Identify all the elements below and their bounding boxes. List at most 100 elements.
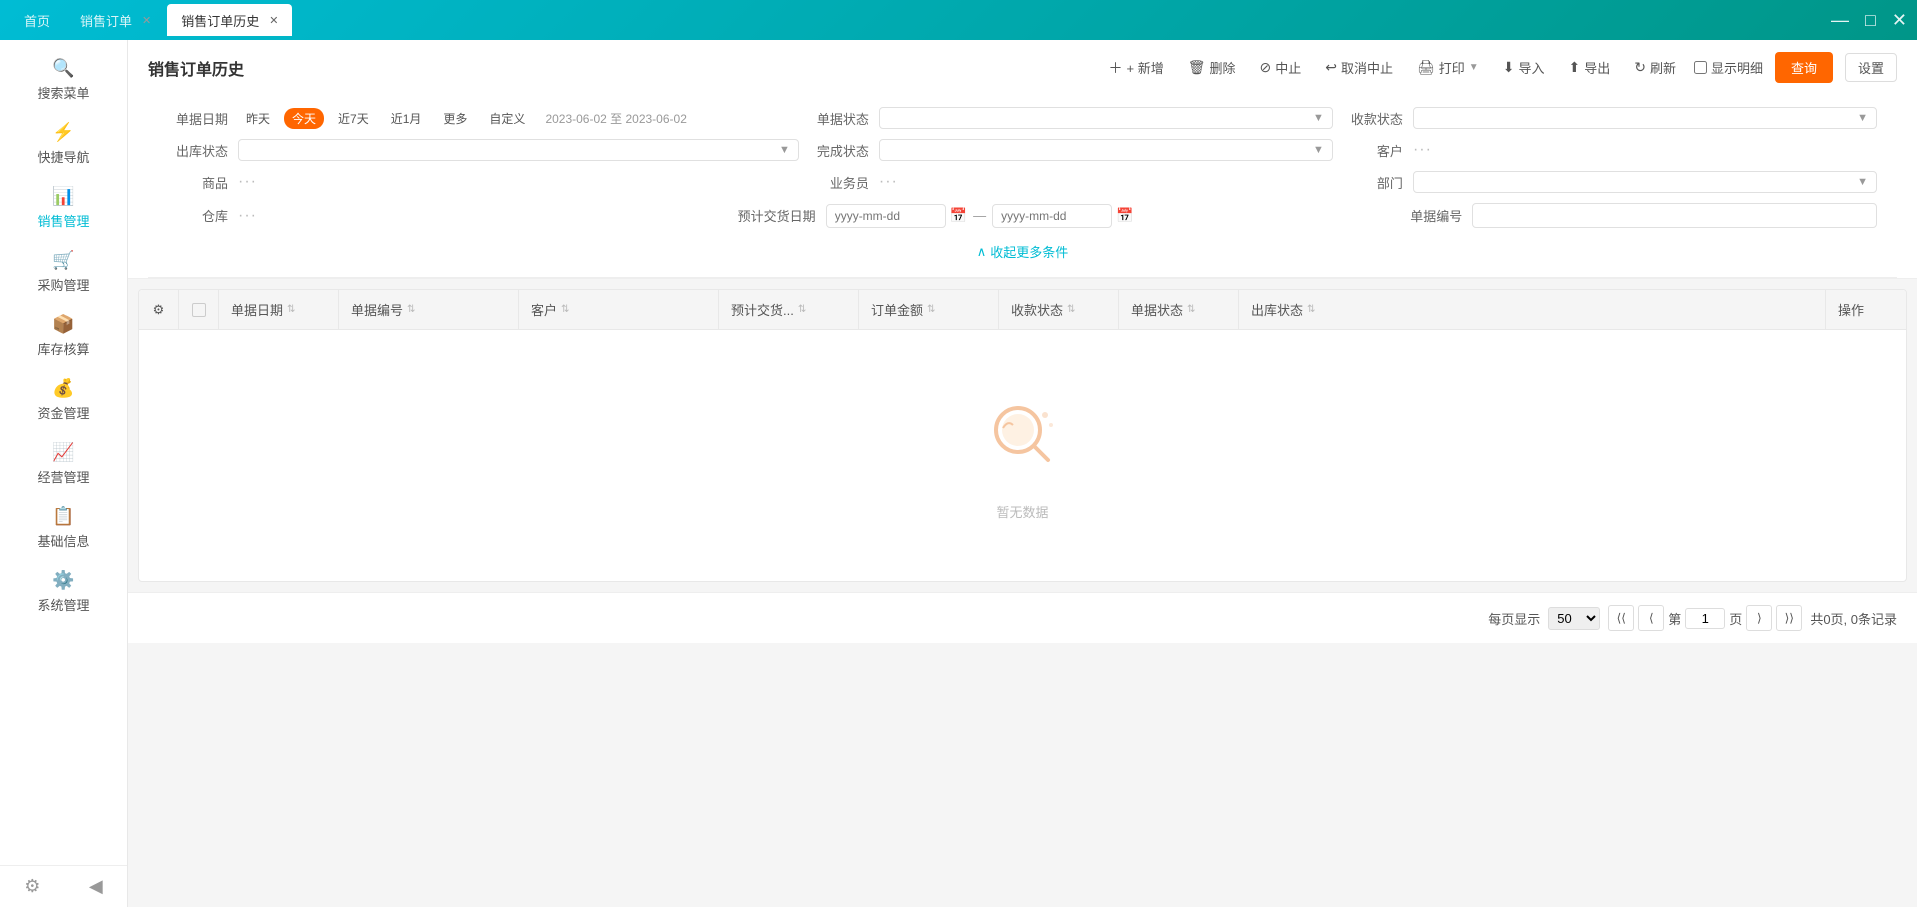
sidebar-item-search-menu[interactable]: 🔍 搜索菜单 — [0, 48, 127, 112]
tab-sales-order-label: 销售订单 — [80, 11, 132, 30]
settings-button[interactable]: 设置 — [1845, 53, 1897, 82]
export-button[interactable]: ⬆ 导出 — [1562, 54, 1616, 81]
first-page-button[interactable]: ⟨⟨ — [1608, 605, 1634, 631]
purchase-icon: 🛒 — [52, 250, 74, 271]
sidebar-item-ops-mgmt[interactable]: 📈 经营管理 — [0, 432, 127, 496]
th-date-label: 单据日期 — [231, 300, 283, 319]
order-status-arrow: ▼ — [1313, 112, 1324, 124]
department-select[interactable]: ▼ — [1413, 171, 1877, 193]
print-icon: 🖨 — [1417, 59, 1435, 76]
new-button[interactable]: ＋ + 新增 — [1102, 54, 1169, 82]
salesperson-dots[interactable]: ··· — [879, 173, 898, 191]
department-section: 部门 ▼ — [1343, 171, 1877, 193]
sidebar-item-finance-mgmt[interactable]: 💰 资金管理 — [0, 368, 127, 432]
minimize-icon[interactable]: — — [1831, 10, 1849, 31]
sidebar-item-ops-mgmt-label: 经营管理 — [37, 467, 89, 486]
delete-button[interactable]: 🗑 删除 — [1182, 54, 1242, 81]
refresh-button[interactable]: ↻ 刷新 — [1628, 54, 1682, 81]
next-page-button[interactable]: ⟩ — [1746, 605, 1772, 631]
delivery-date-to[interactable] — [992, 204, 1112, 228]
sort-date-icon[interactable]: ⇅ — [287, 304, 295, 315]
collapse-sidebar-icon[interactable]: ◀ — [89, 876, 103, 897]
sort-status-icon[interactable]: ⇅ — [1187, 304, 1195, 315]
complete-status-select[interactable]: ▼ — [879, 139, 1333, 161]
export-icon: ⬆ — [1568, 59, 1580, 76]
customer-dots[interactable]: ··· — [1413, 141, 1432, 159]
sort-customer-icon[interactable]: ⇅ — [561, 304, 569, 315]
display-checkbox[interactable] — [1694, 61, 1707, 74]
delivery-date-from[interactable] — [826, 204, 946, 228]
per-page-select[interactable]: 50 20 100 — [1548, 607, 1600, 630]
shortcut-1month[interactable]: 近1月 — [383, 108, 430, 129]
shortcut-today[interactable]: 今天 — [284, 108, 324, 129]
tab-home[interactable]: 首页 — [10, 4, 64, 36]
order-status-select[interactable]: ▼ — [879, 107, 1333, 129]
cancel-stop-button[interactable]: ↩ 取消中止 — [1319, 54, 1399, 81]
main-layout: 🔍 搜索菜单 ⚡ 快捷导航 📊 销售管理 🛒 采购管理 📦 库存核算 💰 资金管… — [0, 40, 1917, 907]
sidebar-item-sys-mgmt[interactable]: ⚙️ 系统管理 — [0, 560, 127, 624]
tab-sales-order-history[interactable]: 销售订单历史 ✕ — [167, 4, 292, 36]
calendar-to-icon[interactable]: 📅 — [1116, 207, 1133, 224]
shortcut-custom[interactable]: 自定义 — [481, 108, 533, 129]
export-label: 导出 — [1584, 58, 1610, 77]
page-label: 页 — [1729, 609, 1742, 628]
sidebar-item-basic-info[interactable]: 📋 基础信息 — [0, 496, 127, 560]
sort-order-icon[interactable]: ⇅ — [407, 304, 415, 315]
th-amount-label: 订单金额 — [871, 300, 923, 319]
page-title: 销售订单历史 — [148, 56, 244, 80]
th-settings[interactable]: ⚙ — [139, 290, 179, 329]
shortcut-7days[interactable]: 近7天 — [330, 108, 377, 129]
close-icon[interactable]: ✕ — [1892, 10, 1907, 31]
th-checkbox[interactable] — [179, 290, 219, 329]
import-button[interactable]: ⬇ 导入 — [1497, 54, 1551, 81]
date-filter-section: 单据日期 昨天 今天 近7天 近1月 更多 自定义 2023-06-02 至 2… — [168, 108, 809, 129]
th-customer: 客户 ⇅ — [519, 290, 719, 329]
maximize-icon[interactable]: □ — [1865, 10, 1876, 31]
sidebar-item-sales-mgmt[interactable]: 📊 销售管理 — [0, 176, 127, 240]
warehouse-dots[interactable]: ··· — [238, 207, 257, 225]
sort-payment-icon[interactable]: ⇅ — [1067, 304, 1075, 315]
sort-delivery-icon[interactable]: ⇅ — [798, 304, 806, 315]
stop-button[interactable]: ⊘ 中止 — [1254, 54, 1308, 81]
calendar-from-icon[interactable]: 📅 — [950, 207, 967, 224]
header-checkbox[interactable] — [192, 303, 206, 317]
import-icon: ⬇ — [1503, 59, 1515, 76]
settings-bottom-icon[interactable]: ⚙ — [24, 876, 40, 897]
delivery-date-section: 预计交货日期 📅 — 📅 — [738, 204, 1403, 228]
payment-status-select[interactable]: ▼ — [1413, 107, 1877, 129]
shortcut-more[interactable]: 更多 — [435, 108, 475, 129]
order-number-input[interactable] — [1472, 203, 1877, 228]
tab-sales-order-history-close[interactable]: ✕ — [269, 14, 278, 27]
sort-amount-icon[interactable]: ⇅ — [927, 304, 935, 315]
print-label: 打印 — [1439, 58, 1465, 77]
finance-icon: 💰 — [52, 378, 74, 399]
th-delivery: 预计交货... ⇅ — [719, 290, 859, 329]
print-button[interactable]: 🖨 打印 ▼ — [1411, 54, 1485, 81]
page-number-input[interactable] — [1685, 608, 1725, 629]
order-status-section: 单据状态 ▼ — [809, 107, 1343, 129]
prev-page-button[interactable]: ⟨ — [1638, 605, 1664, 631]
th-delivery-label: 预计交货... — [731, 300, 794, 319]
complete-status-section: 完成状态 ▼ — [809, 139, 1343, 161]
payment-status-arrow: ▼ — [1857, 112, 1868, 124]
tab-sales-order[interactable]: 销售订单 ✕ — [66, 4, 165, 36]
display-toggle[interactable]: 显示明细 — [1694, 58, 1763, 77]
product-dots[interactable]: ··· — [238, 173, 257, 191]
tab-bar: 首页 销售订单 ✕ 销售订单历史 ✕ — [10, 4, 1831, 36]
table-settings-icon[interactable]: ⚙ — [153, 302, 165, 318]
sidebar-item-quick-nav-label: 快捷导航 — [37, 147, 89, 166]
collapse-row[interactable]: ∧ 收起更多条件 — [168, 238, 1877, 265]
last-page-button[interactable]: ⟩⟩ — [1776, 605, 1802, 631]
top-bar: 首页 销售订单 ✕ 销售订单历史 ✕ — □ ✕ — [0, 0, 1917, 40]
stock-out-select[interactable]: ▼ — [238, 139, 799, 161]
tab-sales-order-close[interactable]: ✕ — [142, 14, 151, 27]
sidebar-item-quick-nav[interactable]: ⚡ 快捷导航 — [0, 112, 127, 176]
filter-row-2: 出库状态 ▼ 完成状态 ▼ 客户 — [168, 139, 1877, 161]
shortcut-yesterday[interactable]: 昨天 — [238, 108, 278, 129]
sidebar-item-stock-mgmt[interactable]: 📦 库存核算 — [0, 304, 127, 368]
query-button[interactable]: 查询 — [1775, 52, 1833, 83]
sidebar-item-purchase-mgmt[interactable]: 🛒 采购管理 — [0, 240, 127, 304]
sort-stock-icon[interactable]: ⇅ — [1307, 304, 1315, 315]
sidebar: 🔍 搜索菜单 ⚡ 快捷导航 📊 销售管理 🛒 采购管理 📦 库存核算 💰 资金管… — [0, 40, 128, 907]
sidebar-item-search-menu-label: 搜索菜单 — [37, 83, 89, 102]
